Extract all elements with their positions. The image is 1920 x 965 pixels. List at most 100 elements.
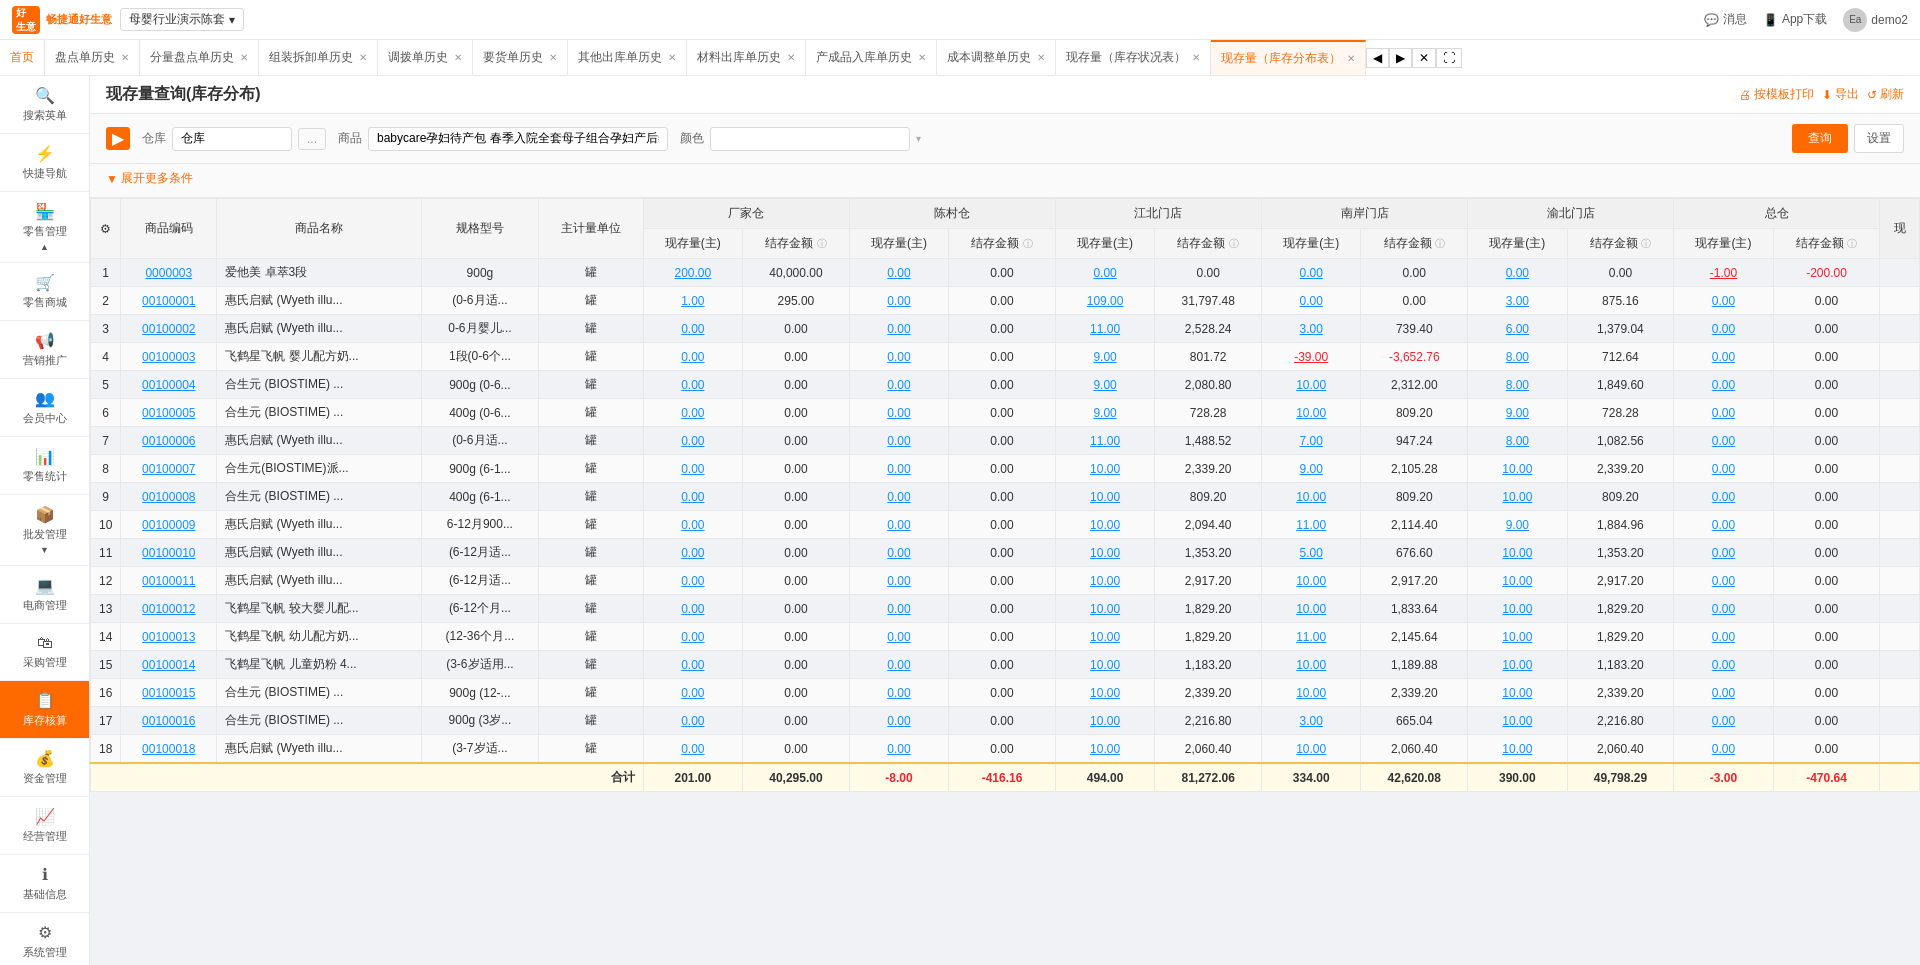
table-cell[interactable]: 10.00 [1468,455,1567,483]
table-cell[interactable]: 00100014 [121,651,217,679]
table-cell[interactable]: 8.00 [1468,371,1567,399]
table-cell[interactable]: 0.00 [643,315,742,343]
zong-amt-info-icon[interactable]: ⓘ [1847,238,1857,249]
table-cell[interactable]: 9.00 [1262,455,1361,483]
table-cell[interactable]: 0.00 [643,707,742,735]
tab-cailiaochu-close[interactable]: ✕ [787,52,795,63]
user-area[interactable]: Ea demo2 [1843,8,1908,32]
table-cell[interactable]: 0.00 [849,399,948,427]
table-cell[interactable]: 0.00 [849,679,948,707]
table-cell[interactable]: 0.00 [1674,287,1773,315]
table-cell[interactable]: 0.00 [849,595,948,623]
table-cell[interactable]: 00100008 [121,483,217,511]
table-cell[interactable]: 0.00 [1674,371,1773,399]
sidebar-item-system[interactable]: ⚙ 系统管理 [0,913,89,965]
table-cell[interactable]: 0.00 [849,455,948,483]
sidebar-item-finance[interactable]: 💰 资金管理 [0,739,89,797]
table-cell[interactable]: 0.00 [1674,427,1773,455]
table-cell[interactable]: 3.00 [1262,315,1361,343]
table-cell[interactable]: 0.00 [643,511,742,539]
table-cell[interactable]: 0.00 [643,623,742,651]
table-cell[interactable]: 0.00 [643,427,742,455]
table-cell[interactable]: 0.00 [849,623,948,651]
table-cell[interactable]: 10.00 [1055,595,1154,623]
table-cell[interactable]: 8.00 [1468,427,1567,455]
table-cell[interactable]: 10.00 [1468,567,1567,595]
tab-diaobodanhist[interactable]: 调拨单历史 ✕ [378,40,473,76]
store-selector[interactable]: 母婴行业演示陈套 ▾ [120,8,244,31]
sidebar-item-purchase[interactable]: 🛍 采购管理 [0,624,89,681]
table-cell[interactable]: 10.00 [1055,511,1154,539]
sidebar-item-marketing[interactable]: 📢 营销推广 [0,321,89,379]
table-cell[interactable]: 0.00 [1468,259,1567,287]
changjiajian-amt-info-icon[interactable]: ⓘ [817,238,827,249]
settings-btn[interactable]: 设置 [1854,124,1904,153]
table-cell[interactable]: 10.00 [1055,567,1154,595]
export-btn[interactable]: ⬇ 导出 [1822,86,1859,103]
table-cell[interactable]: 00100001 [121,287,217,315]
tab-zuzhechaichu[interactable]: 组装拆卸单历史 ✕ [259,40,378,76]
table-cell[interactable]: 0.00 [643,483,742,511]
table-cell[interactable]: 0.00 [643,539,742,567]
table-cell[interactable]: 0.00 [1262,287,1361,315]
table-cell[interactable]: 0.00 [643,735,742,764]
table-cell[interactable]: 10.00 [1262,483,1361,511]
sidebar-item-nav[interactable]: ⚡ 快捷导航 [0,134,89,192]
table-cell[interactable]: 00100005 [121,399,217,427]
nav-fullscreen-btn[interactable]: ⛶ [1436,48,1462,68]
table-cell[interactable]: 11.00 [1262,511,1361,539]
tab-chanchenpin-close[interactable]: ✕ [918,52,926,63]
table-cell[interactable]: 10.00 [1262,651,1361,679]
table-cell[interactable]: 10.00 [1262,567,1361,595]
table-cell[interactable]: 3.00 [1468,287,1567,315]
table-cell[interactable]: 11.00 [1262,623,1361,651]
tab-fenpandian-close[interactable]: ✕ [240,52,248,63]
expand-condition-btn[interactable]: ▼ 展开更多条件 [106,170,193,187]
table-cell[interactable]: 109.00 [1055,287,1154,315]
table-cell[interactable]: 10.00 [1468,539,1567,567]
tab-chengben-close[interactable]: ✕ [1037,52,1045,63]
table-cell[interactable]: 0.00 [643,595,742,623]
table-cell[interactable]: 200.00 [643,259,742,287]
message-btn[interactable]: 💬 消息 [1704,11,1747,28]
sidebar-item-member[interactable]: 👥 会员中心 [0,379,89,437]
table-cell[interactable]: 0.00 [1674,595,1773,623]
sidebar-item-search[interactable]: 🔍 搜索英单 [0,76,89,134]
table-cell[interactable]: 8.00 [1468,343,1567,371]
table-cell[interactable]: 0.00 [643,651,742,679]
product-input[interactable] [368,127,668,151]
tab-qitachuku[interactable]: 其他出库单历史 ✕ [568,40,687,76]
table-cell[interactable]: 0.00 [1674,511,1773,539]
table-cell[interactable]: 10.00 [1055,707,1154,735]
table-cell[interactable]: 00100018 [121,735,217,764]
sidebar-item-ecommerce[interactable]: 💻 电商管理 [0,566,89,624]
table-cell[interactable]: 0.00 [1674,483,1773,511]
sidebar-item-base[interactable]: ℹ 基础信息 [0,855,89,913]
tab-cailiaochu[interactable]: 材料出库单历史 ✕ [687,40,806,76]
table-cell[interactable]: 7.00 [1262,427,1361,455]
yubei-amt-info-icon[interactable]: ⓘ [1641,238,1651,249]
table-cell[interactable]: 0.00 [1674,735,1773,764]
table-cell[interactable]: 0.00 [643,399,742,427]
sidebar-item-retail-shop[interactable]: 🛒 零售商城 [0,263,89,321]
tab-xiancunqty2-close[interactable]: ✕ [1347,53,1355,64]
table-cell[interactable]: 10.00 [1262,399,1361,427]
table-cell[interactable]: 10.00 [1055,623,1154,651]
table-cell[interactable]: 00100016 [121,707,217,735]
sidebar-item-ops[interactable]: 📈 经营管理 [0,797,89,855]
table-cell[interactable]: 10.00 [1055,651,1154,679]
table-cell[interactable]: 0.00 [643,455,742,483]
table-cell[interactable]: 00100002 [121,315,217,343]
table-cell[interactable]: 00100007 [121,455,217,483]
table-cell[interactable]: 0.00 [849,651,948,679]
table-cell[interactable]: 0.00 [849,511,948,539]
table-cell[interactable]: 0.00 [1674,679,1773,707]
table-cell[interactable]: 00100009 [121,511,217,539]
table-cell[interactable]: 0.00 [1674,539,1773,567]
table-cell[interactable]: 9.00 [1468,399,1567,427]
table-cell[interactable]: 00100015 [121,679,217,707]
table-cell[interactable]: 9.00 [1055,399,1154,427]
tab-diaobodanhist-close[interactable]: ✕ [454,52,462,63]
table-cell[interactable]: 0.00 [1055,259,1154,287]
table-cell[interactable]: 0.00 [1674,343,1773,371]
